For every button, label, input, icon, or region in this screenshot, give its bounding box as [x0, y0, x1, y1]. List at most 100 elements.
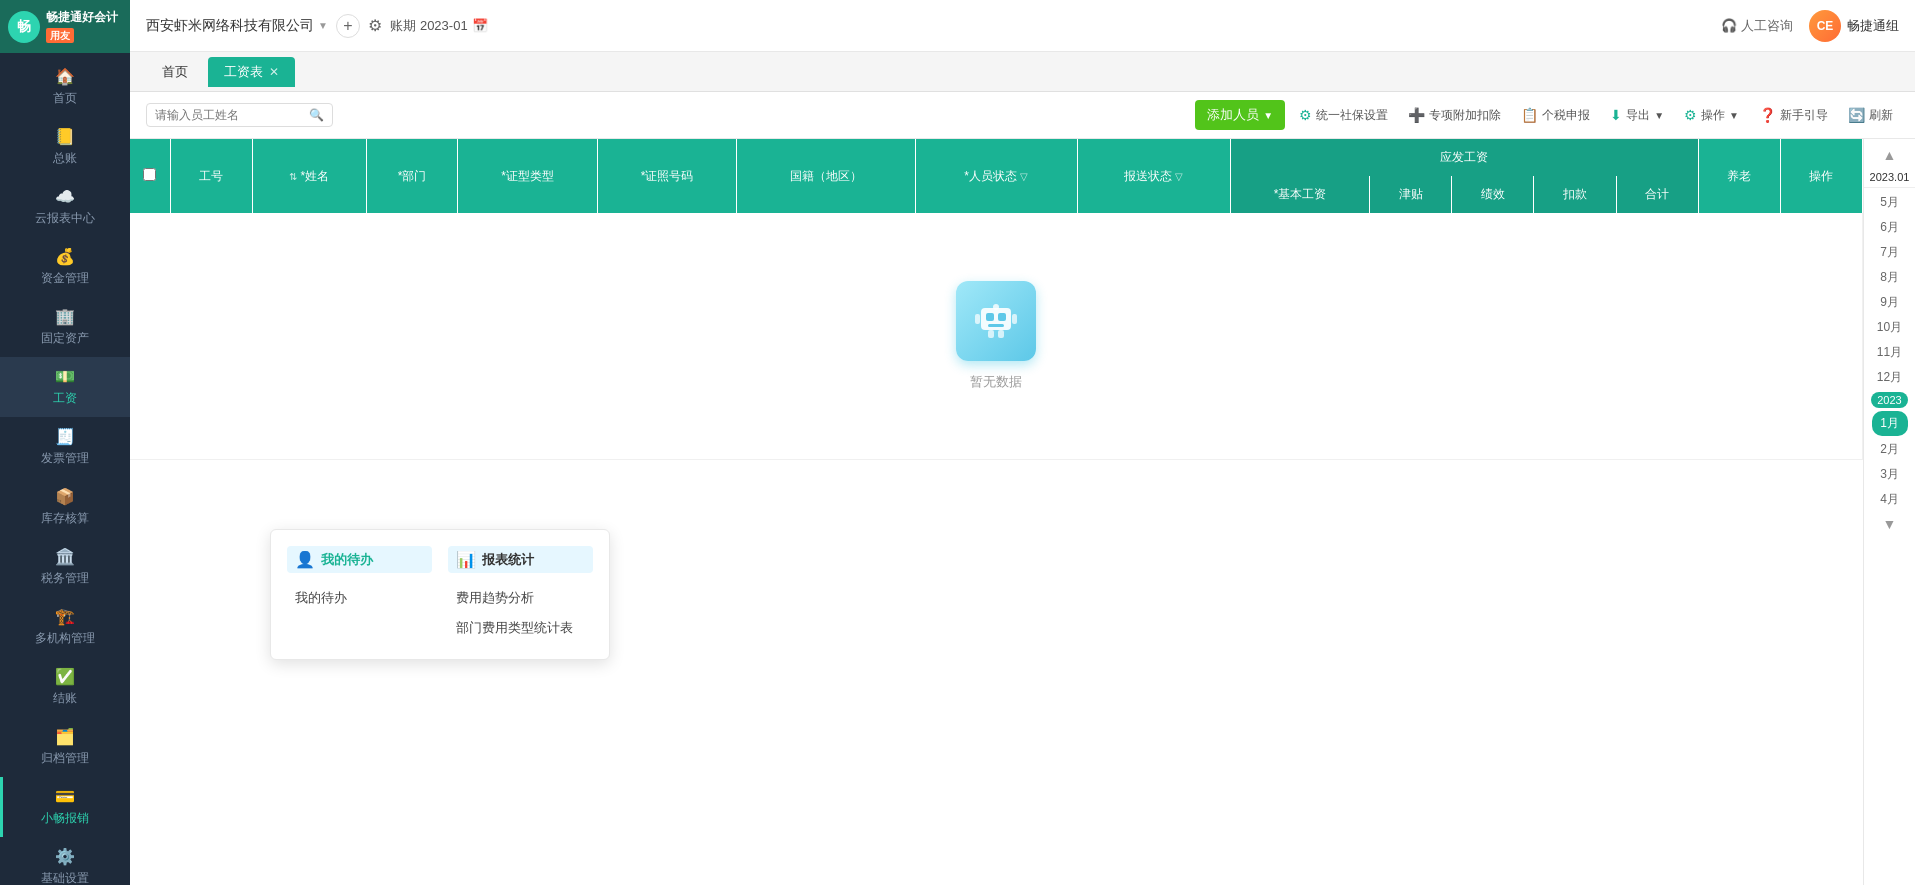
- timeline-month-9[interactable]: 9月: [1864, 290, 1915, 315]
- timeline-panel: ▲ 2023.01 5月 6月 7月 8月 9月 10月 11月 12月 202…: [1863, 139, 1915, 885]
- th-total-label: 合计: [1645, 187, 1669, 201]
- multi-icon: 🏗️: [55, 607, 75, 626]
- popup-col-report: 📊 报表统计 费用趋势分析 部门费用类型统计表: [448, 546, 593, 643]
- th-dept-label: *部门: [398, 169, 427, 183]
- add-person-button[interactable]: 添加人员 ▼: [1195, 100, 1285, 130]
- geshuisb-label: 个税申报: [1542, 107, 1590, 124]
- sidebar-item-xiaochang[interactable]: 💳 小畅报销: [0, 777, 130, 837]
- sidebar-item-invoice[interactable]: 🧾 发票管理: [0, 417, 130, 477]
- filter-icon[interactable]: ▽: [1020, 171, 1028, 182]
- shebao-action[interactable]: ⚙ 统一社保设置: [1293, 103, 1394, 128]
- svg-rect-7: [988, 330, 994, 338]
- period-selector[interactable]: 账期 2023-01 📅: [390, 17, 488, 35]
- timeline-month-12[interactable]: 12月: [1864, 365, 1915, 390]
- sidebar-item-ledger[interactable]: 📒 总账: [0, 117, 130, 177]
- sidebar-item-tax[interactable]: 🏛️ 税务管理: [0, 537, 130, 597]
- th-dept: *部门: [366, 139, 457, 213]
- popup-todo-title: 我的待办: [321, 551, 373, 569]
- sidebar-item-multi[interactable]: 🏗️ 多机构管理: [0, 597, 130, 657]
- calendar-icon: 📅: [472, 18, 488, 33]
- timeline-month-7[interactable]: 7月: [1864, 240, 1915, 265]
- search-icon: 🔍: [309, 108, 324, 122]
- refresh-action[interactable]: 🔄 刷新: [1842, 103, 1899, 128]
- sidebar-item-asset[interactable]: 🏢 固定资产: [0, 297, 130, 357]
- sidebar-item-home[interactable]: 🏠 首页: [0, 57, 130, 117]
- settings-button[interactable]: ⚙: [368, 16, 382, 35]
- support-button[interactable]: 🎧 人工咨询: [1721, 17, 1793, 35]
- tax-icon: 🏛️: [55, 547, 75, 566]
- empty-robot-icon: [956, 281, 1036, 361]
- svg-rect-5: [975, 314, 980, 324]
- sidebar-item-label: 资金管理: [41, 270, 89, 287]
- toolbar: 🔍 添加人员 ▼ ⚙ 统一社保设置 ➕ 专项附加扣除 📋 个税申报 ⬇ 导出: [130, 92, 1915, 139]
- svg-rect-2: [998, 313, 1006, 321]
- todo-icon: 👤: [295, 550, 315, 569]
- invoice-icon: 🧾: [55, 427, 75, 446]
- sidebar: 畅 畅捷通好会计 用友 🏠 首页 📒 总账 ☁️ 云报表中心 💰 资金管理 🏢 …: [0, 0, 130, 885]
- th-action-label: 操作: [1809, 169, 1833, 183]
- timeline-month-1[interactable]: 1月: [1872, 411, 1908, 436]
- salary-table: 工号 ⇅ *姓名 *部门 *证型类型: [130, 139, 1863, 460]
- th-status-label: *人员状态: [964, 169, 1017, 183]
- sidebar-item-fund[interactable]: 💰 资金管理: [0, 237, 130, 297]
- company-selector[interactable]: 西安虾米网络科技有限公司 ▼: [146, 17, 328, 35]
- shebao-label: 统一社保设置: [1316, 107, 1388, 124]
- sidebar-item-close[interactable]: ✅ 结账: [0, 657, 130, 717]
- geshuisb-icon: 📋: [1521, 107, 1538, 123]
- popup-todo-item[interactable]: 我的待办: [287, 583, 432, 613]
- timeline-month-8[interactable]: 8月: [1864, 265, 1915, 290]
- tab-home[interactable]: 首页: [146, 57, 204, 87]
- user-avatar[interactable]: CE 畅捷通组: [1809, 10, 1899, 42]
- timeline-month-10[interactable]: 10月: [1864, 315, 1915, 340]
- timeline-month-11[interactable]: 11月: [1864, 340, 1915, 365]
- timeline-header: 2023.01: [1864, 167, 1915, 188]
- timeline-down-nav[interactable]: ▼: [1879, 512, 1901, 536]
- zhuanxiang-label: 专项附加扣除: [1429, 107, 1501, 124]
- sidebar-item-archive[interactable]: 🗂️ 归档管理: [0, 717, 130, 777]
- sidebar-item-label: 小畅报销: [41, 810, 89, 827]
- header-right: 🎧 人工咨询 CE 畅捷通组: [1721, 10, 1899, 42]
- add-dropdown-icon: ▼: [1263, 110, 1273, 121]
- popup-report-item-1[interactable]: 费用趋势分析: [448, 583, 593, 613]
- timeline-up-nav[interactable]: ▲: [1879, 143, 1901, 167]
- th-idno: *证照号码: [597, 139, 737, 213]
- svg-rect-1: [986, 313, 994, 321]
- logo-icon: 畅: [8, 11, 40, 43]
- sidebar-item-label: 结账: [53, 690, 77, 707]
- tab-bar: 首页 工资表 ✕: [130, 52, 1915, 92]
- th-pension: 养老: [1698, 139, 1780, 213]
- select-all-checkbox[interactable]: [143, 168, 156, 181]
- robot-svg: [971, 296, 1021, 346]
- headset-icon: 🎧: [1721, 18, 1737, 33]
- svg-rect-3: [988, 324, 1004, 327]
- sidebar-item-label: 固定资产: [41, 330, 89, 347]
- header: 西安虾米网络科技有限公司 ▼ + ⚙ 账期 2023-01 📅 🎧 人工咨询 C…: [130, 0, 1915, 52]
- th-base-salary-label: *基本工资: [1274, 187, 1327, 201]
- add-company-button[interactable]: +: [336, 14, 360, 38]
- sidebar-item-stock[interactable]: 📦 库存核算: [0, 477, 130, 537]
- operation-dropdown-icon: ▼: [1729, 110, 1739, 121]
- shebao-icon: ⚙: [1299, 107, 1312, 123]
- sidebar-item-salary[interactable]: 💵 工资: [0, 357, 130, 417]
- export-action[interactable]: ⬇ 导出 ▼: [1604, 103, 1670, 128]
- operation-action[interactable]: ⚙ 操作 ▼: [1678, 103, 1745, 128]
- sidebar-item-settings[interactable]: ⚙️ 基础设置: [0, 837, 130, 885]
- timeline-month-4[interactable]: 4月: [1864, 487, 1915, 512]
- timeline-month-6[interactable]: 6月: [1864, 215, 1915, 240]
- popup-report-item-2[interactable]: 部门费用类型统计表: [448, 613, 593, 643]
- timeline-month-3[interactable]: 3月: [1864, 462, 1915, 487]
- sort-icon[interactable]: ⇅: [289, 171, 297, 182]
- timeline-month-5[interactable]: 5月: [1864, 190, 1915, 215]
- zhuanxiang-action[interactable]: ➕ 专项附加扣除: [1402, 103, 1507, 128]
- newguide-action[interactable]: ❓ 新手引导: [1753, 103, 1834, 128]
- sidebar-item-cloud[interactable]: ☁️ 云报表中心: [0, 177, 130, 237]
- filter-icon-2[interactable]: ▽: [1175, 171, 1183, 182]
- geshuisb-action[interactable]: 📋 个税申报: [1515, 103, 1596, 128]
- logo-subtitle: 用友: [46, 28, 74, 43]
- tab-close-icon[interactable]: ✕: [269, 65, 279, 79]
- timeline-month-2[interactable]: 2月: [1864, 437, 1915, 462]
- sidebar-item-label: 云报表中心: [35, 210, 95, 227]
- th-no-label: 工号: [199, 169, 223, 183]
- search-input[interactable]: [155, 108, 305, 122]
- tab-salary[interactable]: 工资表 ✕: [208, 57, 295, 87]
